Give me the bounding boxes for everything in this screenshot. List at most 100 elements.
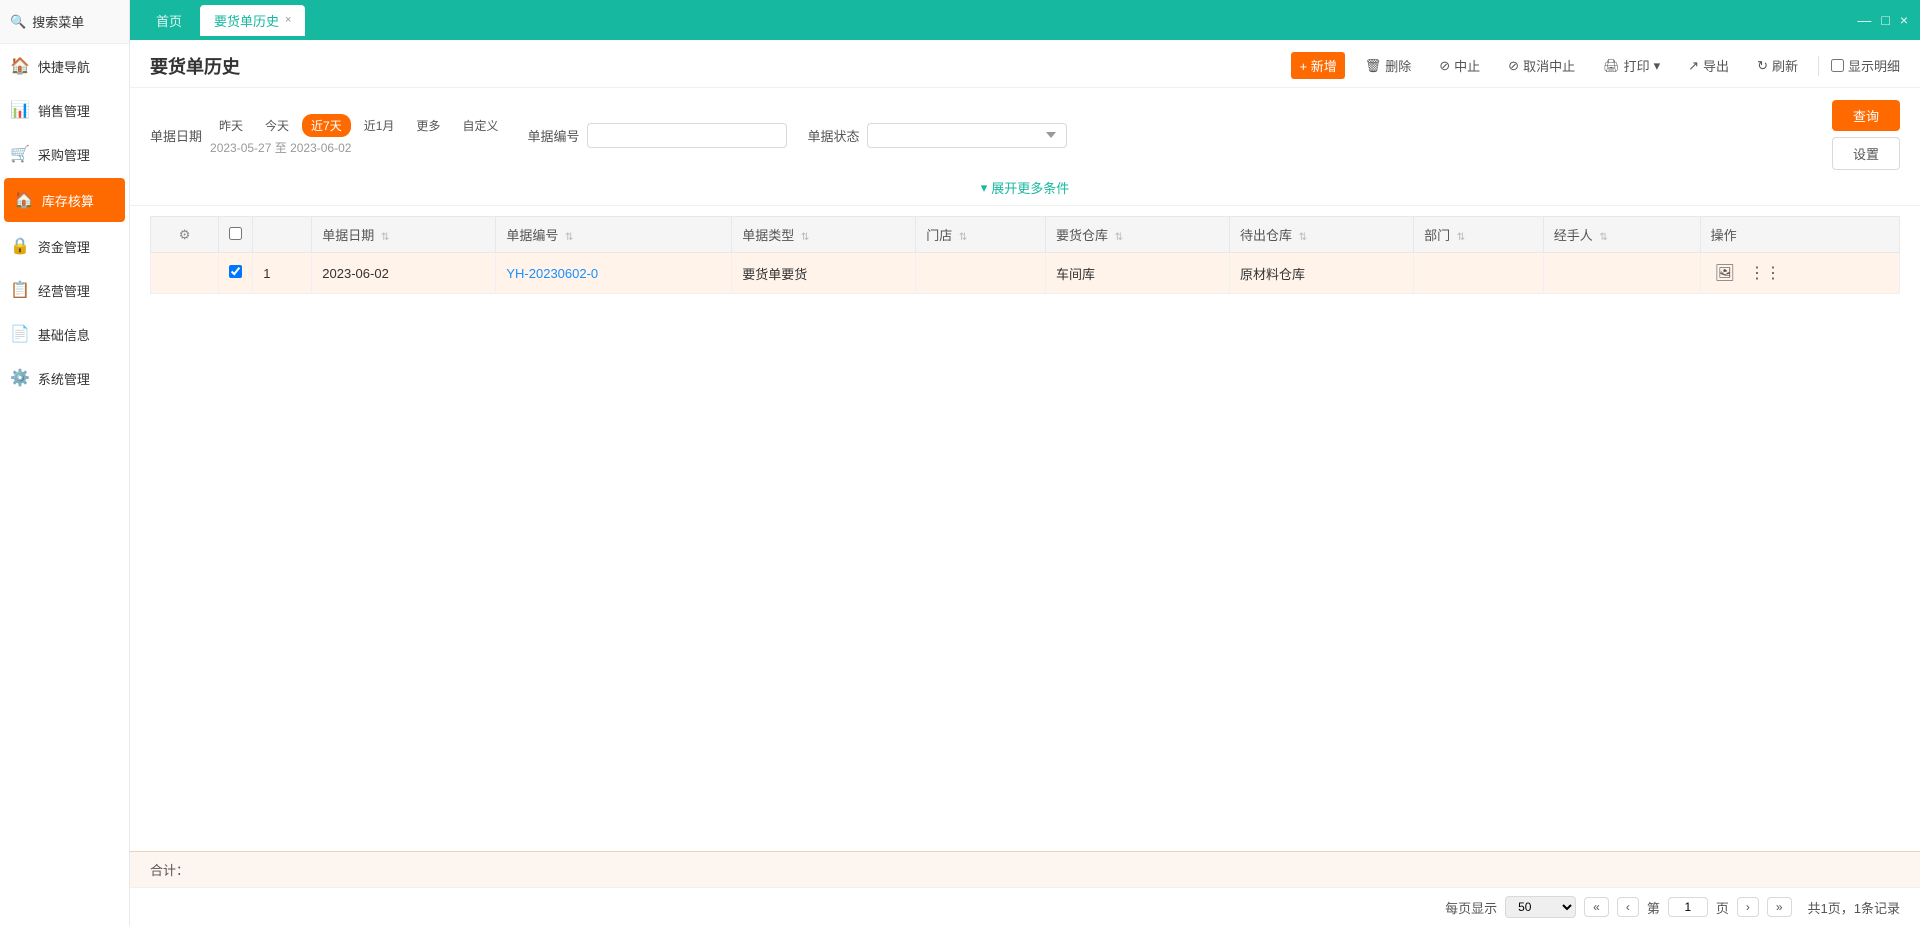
sort-icon-pending-warehouse: ⇅ bbox=[1299, 232, 1307, 243]
date-btn-today[interactable]: 今天 bbox=[256, 114, 298, 137]
col-doc-number[interactable]: 单据编号 ⇅ bbox=[496, 217, 732, 253]
date-range-display: 2023-05-27 至 2023-06-02 bbox=[210, 139, 507, 156]
sidebar-item-inventory-calc[interactable]: 🏠 库存核算 bbox=[4, 178, 125, 222]
sort-icon-doc-number: ⇅ bbox=[565, 232, 573, 243]
sort-icon-req-warehouse: ⇅ bbox=[1115, 232, 1123, 243]
export-button[interactable]: ↗ 导出 bbox=[1680, 52, 1737, 79]
query-button[interactable]: 查询 bbox=[1832, 100, 1900, 131]
cell-handler bbox=[1543, 253, 1700, 294]
doc-number-filter: 单据编号 bbox=[527, 123, 787, 148]
col-checkbox bbox=[219, 217, 253, 253]
gear-icon: ⚙️ bbox=[10, 368, 30, 388]
display-detail-checkbox[interactable] bbox=[1831, 59, 1844, 72]
date-btn-1month[interactable]: 近1月 bbox=[355, 114, 404, 137]
expand-more-btn[interactable]: ▾ 展开更多条件 bbox=[150, 178, 1900, 197]
cancel-stop-icon: ⊘ bbox=[1508, 58, 1519, 74]
refresh-button[interactable]: ↻ 刷新 bbox=[1749, 52, 1806, 79]
table-row: 1 2023-06-02 YH-20230602-0 要货单要货 车间库 原材料… bbox=[151, 253, 1900, 294]
sort-icon-department: ⇅ bbox=[1457, 232, 1465, 243]
refresh-icon: ↻ bbox=[1757, 58, 1768, 74]
tab-close-icon[interactable]: × bbox=[285, 14, 291, 26]
new-button-label: + 新增 bbox=[1299, 56, 1336, 75]
col-settings[interactable]: ⚙ bbox=[151, 217, 219, 253]
col-actions: 操作 bbox=[1700, 217, 1899, 253]
sidebar-item-quick-nav[interactable]: 🏠 快捷导航 bbox=[0, 44, 129, 88]
close-btn[interactable]: × bbox=[1900, 12, 1908, 28]
row-checkbox[interactable] bbox=[229, 265, 242, 278]
sort-icon-handler: ⇅ bbox=[1599, 232, 1607, 243]
col-doc-type[interactable]: 单据类型 ⇅ bbox=[732, 217, 916, 253]
sidebar-item-label: 基础信息 bbox=[38, 325, 90, 344]
cell-doc-number[interactable]: YH-20230602-0 bbox=[496, 253, 732, 294]
date-btn-7days[interactable]: 近7天 bbox=[302, 114, 351, 137]
filter-action-btns: 查询 设置 bbox=[1832, 100, 1900, 170]
sidebar-item-label: 资金管理 bbox=[38, 237, 90, 256]
date-btn-yesterday[interactable]: 昨天 bbox=[210, 114, 252, 137]
print-button-label: 打印 bbox=[1624, 56, 1650, 75]
col-actions-label: 操作 bbox=[1711, 228, 1737, 243]
tab-home[interactable]: 首页 bbox=[142, 5, 196, 36]
sidebar-item-system-mgmt[interactable]: ⚙️ 系统管理 bbox=[0, 356, 129, 400]
sidebar-item-sales-mgmt[interactable]: 📊 销售管理 bbox=[0, 88, 129, 132]
date-btn-custom[interactable]: 自定义 bbox=[453, 114, 507, 137]
tab-home-label: 首页 bbox=[156, 11, 182, 30]
prev-page-btn[interactable]: ‹ bbox=[1617, 897, 1639, 917]
row-detail-btn[interactable]: ⋮⋮ bbox=[1745, 261, 1785, 285]
cell-settings bbox=[151, 253, 219, 294]
col-handler[interactable]: 经手人 ⇅ bbox=[1543, 217, 1700, 253]
inventory-icon: 🏠 bbox=[14, 190, 34, 210]
select-all-checkbox[interactable] bbox=[229, 227, 242, 240]
export-button-label: 导出 bbox=[1703, 56, 1729, 75]
print-icon: 🖨 bbox=[1603, 58, 1620, 74]
page-input[interactable] bbox=[1668, 897, 1708, 917]
cancel-stop-button[interactable]: ⊘ 取消中止 bbox=[1500, 52, 1583, 79]
data-table: ⚙ 单据日期 ⇅ 单据编号 ⇅ bbox=[150, 216, 1900, 294]
table-footer: 合计： bbox=[130, 851, 1920, 887]
minimize-btn[interactable]: — bbox=[1857, 12, 1871, 28]
cell-pending-warehouse: 原材料仓库 bbox=[1230, 253, 1414, 294]
delete-button[interactable]: 🗑 删除 bbox=[1357, 52, 1420, 79]
sidebar-item-asset-mgmt[interactable]: 🔒 资金管理 bbox=[0, 224, 129, 268]
date-btn-more[interactable]: 更多 bbox=[407, 114, 449, 137]
sidebar-item-label: 经营管理 bbox=[38, 281, 90, 300]
cart-icon: 🛒 bbox=[10, 144, 30, 164]
sidebar-item-basic-info[interactable]: 📄 基础信息 bbox=[0, 312, 129, 356]
sidebar-item-operations-mgmt[interactable]: 📋 经营管理 bbox=[0, 268, 129, 312]
total-info: 共1页，1条记录 bbox=[1808, 898, 1900, 917]
cell-checkbox bbox=[219, 253, 253, 294]
table-body: 1 2023-06-02 YH-20230602-0 要货单要货 车间库 原材料… bbox=[151, 253, 1900, 294]
sidebar-item-purchase-mgmt[interactable]: 🛒 采购管理 bbox=[0, 132, 129, 176]
col-department[interactable]: 部门 ⇅ bbox=[1414, 217, 1544, 253]
display-detail-toggle[interactable]: 显示明细 bbox=[1831, 56, 1900, 75]
table-header-row: ⚙ 单据日期 ⇅ 单据编号 ⇅ bbox=[151, 217, 1900, 253]
stop-button[interactable]: ⊘ 中止 bbox=[1431, 52, 1488, 79]
tab-order-history[interactable]: 要货单历史 × bbox=[200, 5, 305, 36]
col-req-warehouse[interactable]: 要货仓库 ⇅ bbox=[1045, 217, 1229, 253]
table-wrapper: ⚙ 单据日期 ⇅ 单据编号 ⇅ bbox=[130, 206, 1920, 851]
col-store[interactable]: 门店 ⇅ bbox=[916, 217, 1046, 253]
next-page-btn[interactable]: › bbox=[1737, 897, 1759, 917]
topbar-controls: — □ × bbox=[1857, 12, 1908, 28]
settings-button[interactable]: 设置 bbox=[1832, 137, 1900, 170]
doc-number-input[interactable] bbox=[587, 123, 787, 148]
sidebar-search[interactable]: 🔍 搜索菜单 bbox=[0, 0, 129, 44]
new-button[interactable]: + 新增 bbox=[1291, 52, 1344, 79]
first-page-btn[interactable]: « bbox=[1584, 897, 1609, 917]
toolbar: + 新增 🗑 删除 ⊘ 中止 ⊘ 取消中止 🖨 打印 ▾ bbox=[1291, 52, 1900, 79]
col-pending-warehouse[interactable]: 待出仓库 ⇅ bbox=[1230, 217, 1414, 253]
page-suffix-label: 页 bbox=[1716, 898, 1729, 917]
col-doc-date[interactable]: 单据日期 ⇅ bbox=[312, 217, 496, 253]
sidebar-item-label: 采购管理 bbox=[38, 145, 90, 164]
last-page-btn[interactable]: » bbox=[1767, 897, 1792, 917]
doc-status-select[interactable] bbox=[867, 123, 1067, 148]
page-title: 要货单历史 bbox=[150, 53, 240, 79]
row-edit-btn[interactable]: 🖼 bbox=[1711, 261, 1739, 285]
per-page-select[interactable]: 50 10 20 100 bbox=[1505, 896, 1576, 918]
print-button[interactable]: 🖨 打印 ▾ bbox=[1595, 52, 1668, 79]
col-doc-date-label: 单据日期 bbox=[322, 228, 374, 243]
doc-number-link[interactable]: YH-20230602-0 bbox=[506, 266, 598, 281]
date-filter: 单据日期 昨天 今天 近7天 近1月 更多 自定义 2023-05-27 至 2… bbox=[150, 114, 507, 156]
cell-doc-date: 2023-06-02 bbox=[312, 253, 496, 294]
topbar: 首页 要货单历史 × — □ × bbox=[130, 0, 1920, 40]
maximize-btn[interactable]: □ bbox=[1881, 12, 1889, 28]
